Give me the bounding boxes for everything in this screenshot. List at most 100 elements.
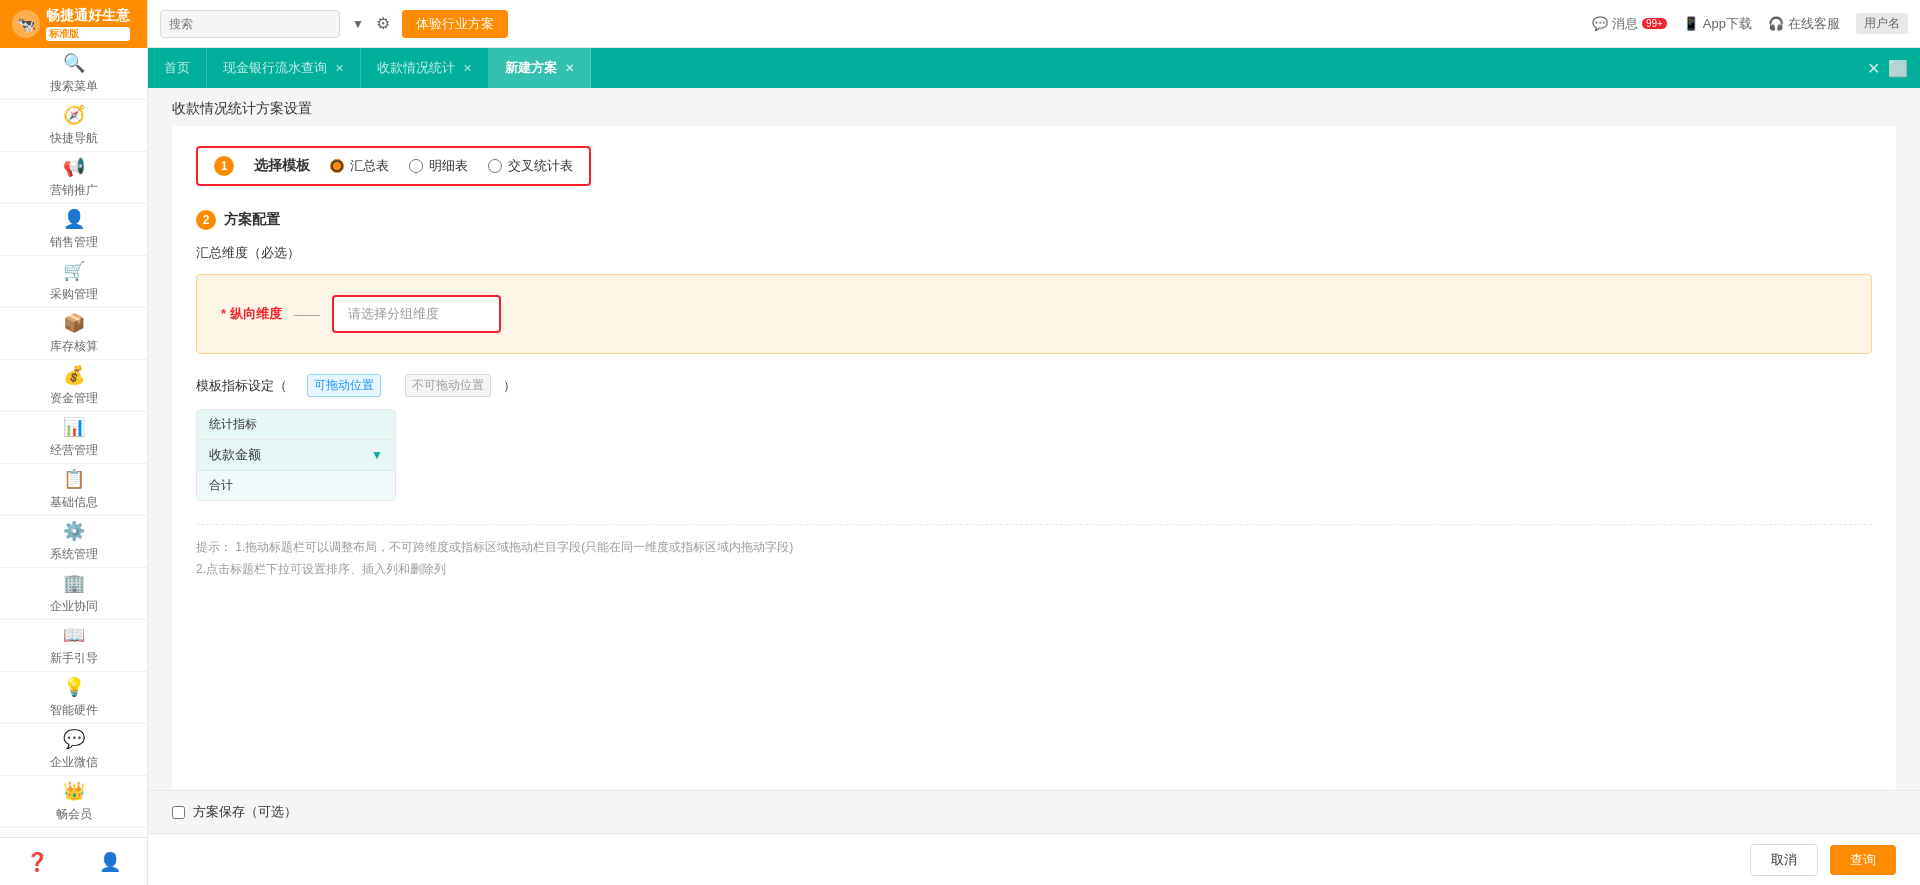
tips-section: 提示： 1.拖动标题栏可以调整布局，不可跨维度或指标区域拖动栏目字段(只能在同一… xyxy=(196,524,1872,580)
step2-section: 2 方案配置 汇总维度（必选） * 纵向维度 —— 请选择分组维度 xyxy=(196,210,1872,580)
close-window-icon[interactable]: ✕ xyxy=(1867,59,1880,78)
tab-bank-flow-label: 现金银行流水查询 xyxy=(223,59,327,77)
sidebar-help-icon[interactable]: ❓ xyxy=(0,838,74,885)
app-name: 畅捷通好生意 xyxy=(46,7,130,25)
save-checkbox[interactable] xyxy=(172,806,185,819)
sidebar-item-label: 基础信息 xyxy=(50,494,98,511)
message-item[interactable]: 💬 消息 99+ xyxy=(1592,15,1667,33)
step1-section: 1 选择模板 汇总表 明细表 xyxy=(196,146,1872,186)
tab-new-plan-label: 新建方案 xyxy=(505,59,557,77)
stats-cell-amount[interactable]: 收款金额 ▼ xyxy=(197,440,395,471)
sidebar-item-basic[interactable]: 📋 基础信息 xyxy=(0,464,147,516)
header-dropdown[interactable]: ▼ xyxy=(352,17,364,31)
content-area: 收款情况统计方案设置 1 选择模板 汇总表 xyxy=(148,88,1920,833)
sidebar-item-label: 快捷导航 xyxy=(50,130,98,147)
step2-title: 方案配置 xyxy=(224,211,280,229)
message-badge: 99+ xyxy=(1642,18,1667,29)
tip-line1: 提示： 1.拖动标题栏可以调整布局，不可跨维度或指标区域拖动栏目字段(只能在同一… xyxy=(196,537,1872,559)
tip-line2: 2.点击标题栏下拉可设置排序、插入列和删除列 xyxy=(196,559,1872,581)
template-radio-group: 汇总表 明细表 交叉统计表 xyxy=(330,157,573,175)
radio-detail-input[interactable] xyxy=(409,159,423,173)
cancel-button[interactable]: 取消 xyxy=(1750,844,1818,876)
radio-cross[interactable]: 交叉统计表 xyxy=(488,157,573,175)
sidebar-item-label: 经营管理 xyxy=(50,442,98,459)
tab-home[interactable]: 首页 xyxy=(148,48,207,88)
tab-receipts[interactable]: 收款情况统计 ✕ xyxy=(361,48,489,88)
sidebar-user-icon[interactable]: 👤 xyxy=(74,838,148,885)
service-icon: 🎧 xyxy=(1768,16,1784,31)
sidebar-item-finance[interactable]: 💰 资金管理 xyxy=(0,360,147,412)
purchase-icon: 🛒 xyxy=(63,260,85,282)
dimension-selector[interactable]: 请选择分组维度 xyxy=(332,295,501,333)
industry-btn[interactable]: 体验行业方案 xyxy=(402,10,508,38)
sidebar-item-enterprise[interactable]: 🏢 企业协同 xyxy=(0,568,147,620)
user-name-text: 用户名 xyxy=(1864,16,1900,30)
download-item[interactable]: 📱 App下载 xyxy=(1683,15,1752,33)
save-label: 方案保存（可选） xyxy=(193,803,297,821)
sidebar-item-marketing[interactable]: 📢 营销推广 xyxy=(0,152,147,204)
step1-title: 选择模板 xyxy=(254,157,310,175)
template-select-box: 1 选择模板 汇总表 明细表 xyxy=(196,146,591,186)
tab-bank-flow-close[interactable]: ✕ xyxy=(335,62,344,75)
sidebar-item-system[interactable]: ⚙️ 系统管理 xyxy=(0,516,147,568)
action-bar: 取消 查询 xyxy=(148,833,1920,885)
query-button[interactable]: 查询 xyxy=(1830,845,1896,875)
sidebar-item-label: 系统管理 xyxy=(50,546,98,563)
tab-new-plan-close[interactable]: ✕ xyxy=(565,62,574,75)
stats-total-row: 合计 xyxy=(197,471,395,500)
dropdown-text: ▼ xyxy=(352,17,364,31)
sidebar-item-member[interactable]: 👑 畅会员 xyxy=(0,776,147,828)
sidebar-item-label: 采购管理 xyxy=(50,286,98,303)
tab-new-plan[interactable]: 新建方案 ✕ xyxy=(489,48,591,88)
wechat-icon: 💬 xyxy=(63,728,85,750)
tab-home-label: 首页 xyxy=(164,59,190,77)
finance-icon: 💰 xyxy=(63,364,85,386)
user-display[interactable]: 用户名 xyxy=(1856,13,1908,34)
dimension-title-text: 汇总维度（必选） xyxy=(196,245,300,260)
radio-summary-label: 汇总表 xyxy=(350,157,389,175)
maximize-icon[interactable]: ⬜ xyxy=(1888,59,1908,78)
sidebar-item-hardware[interactable]: 💡 智能硬件 xyxy=(0,672,147,724)
tab-receipts-label: 收款情况统计 xyxy=(377,59,455,77)
sidebar-item-guide[interactable]: 📖 新手引导 xyxy=(0,620,147,672)
download-icon: 📱 xyxy=(1683,16,1699,31)
sidebar-item-sales[interactable]: 👤 销售管理 xyxy=(0,204,147,256)
search-input[interactable] xyxy=(160,10,340,38)
tab-bank-flow[interactable]: 现金银行流水查询 ✕ xyxy=(207,48,361,88)
dimension-title: 汇总维度（必选） xyxy=(196,244,1872,262)
dimension-area: * 纵向维度 —— 请选择分组维度 xyxy=(196,274,1872,354)
sidebar-item-label: 资金管理 xyxy=(50,390,98,407)
sidebar-logo: 🐄 畅捷通好生意 标准版 xyxy=(0,0,147,48)
radio-detail[interactable]: 明细表 xyxy=(409,157,468,175)
radio-summary-input[interactable] xyxy=(330,159,344,173)
sidebar-item-inventory[interactable]: 📦 库存核算 xyxy=(0,308,147,360)
guide-icon: 📖 xyxy=(63,624,85,646)
message-label: 消息 xyxy=(1612,15,1638,33)
sidebar: 🐄 畅捷通好生意 标准版 🔍 搜索菜单 🧭 快捷导航 📢 营销推广 👤 销售管理… xyxy=(0,0,148,885)
sidebar-item-search[interactable]: 🔍 搜索菜单 xyxy=(0,48,147,100)
search-icon: 🔍 xyxy=(63,52,85,74)
step2-header: 2 方案配置 xyxy=(196,210,1872,230)
stats-cell-chevron-icon[interactable]: ▼ xyxy=(371,448,383,462)
tab-receipts-close[interactable]: ✕ xyxy=(463,62,472,75)
radio-summary[interactable]: 汇总表 xyxy=(330,157,389,175)
sidebar-item-nav[interactable]: 🧭 快捷导航 xyxy=(0,100,147,152)
sidebar-item-management[interactable]: 📊 经营管理 xyxy=(0,412,147,464)
service-item[interactable]: 🎧 在线客服 xyxy=(1768,15,1840,33)
dimension-arrow: —— xyxy=(294,307,320,322)
sidebar-item-label: 营销推广 xyxy=(50,182,98,199)
sidebar-item-purchase[interactable]: 🛒 采购管理 xyxy=(0,256,147,308)
radio-cross-input[interactable] xyxy=(488,159,502,173)
dimension-placeholder: 请选择分组维度 xyxy=(348,305,439,323)
management-icon: 📊 xyxy=(63,416,85,438)
marketing-icon: 📢 xyxy=(63,156,85,178)
sidebar-item-label: 搜索菜单 xyxy=(50,78,98,95)
hardware-icon: 💡 xyxy=(63,676,85,698)
gear-icon[interactable]: ⚙ xyxy=(376,14,390,33)
page-title: 收款情况统计方案设置 xyxy=(148,88,1920,126)
stats-cell-label: 收款金额 xyxy=(209,446,261,464)
sidebar-item-wechat[interactable]: 💬 企业微信 xyxy=(0,724,147,776)
download-label: App下载 xyxy=(1703,15,1752,33)
sidebar-item-label: 企业微信 xyxy=(50,754,98,771)
inventory-icon: 📦 xyxy=(63,312,85,334)
